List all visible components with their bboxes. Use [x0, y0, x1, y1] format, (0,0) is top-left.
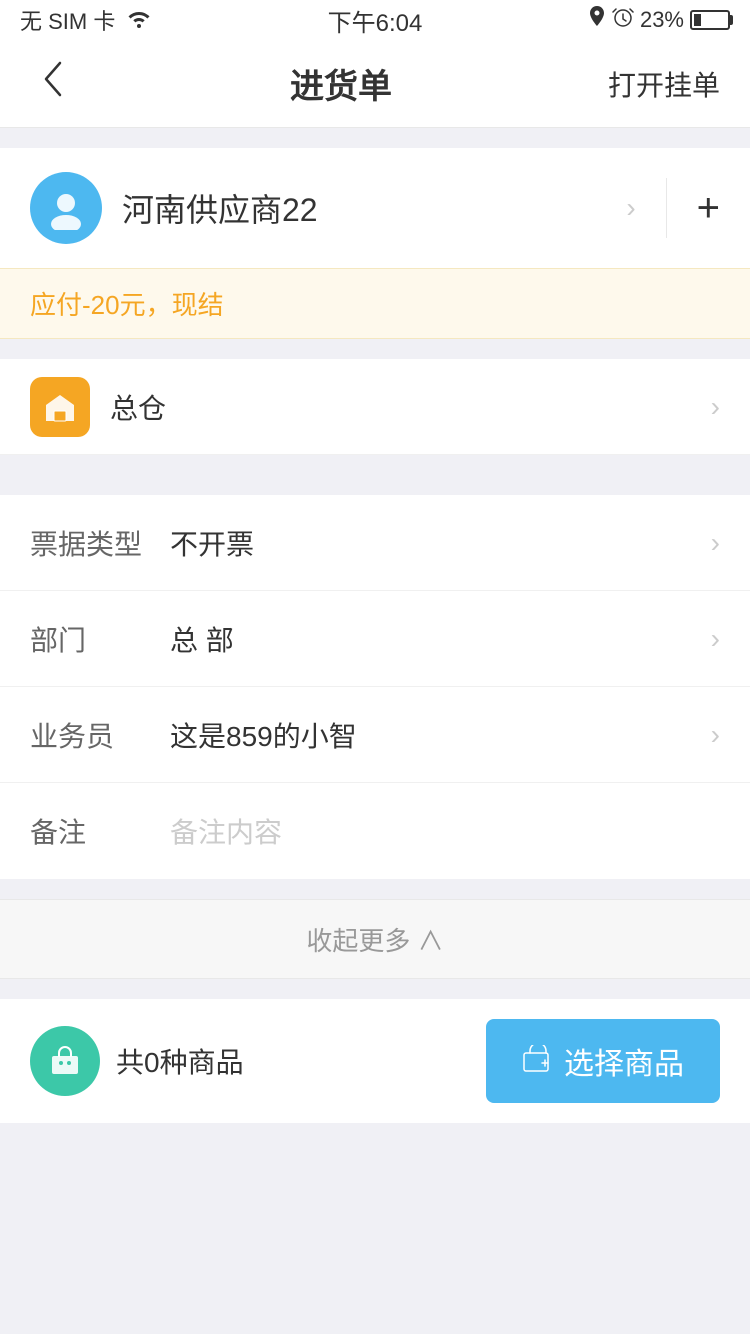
wifi-icon [125, 6, 153, 34]
warehouse-chevron-icon: › [711, 391, 720, 423]
warehouse-icon-bg [30, 377, 90, 437]
invoice-type-chevron: › [711, 527, 720, 559]
goods-count-area: 共0种商品 [30, 1026, 244, 1096]
department-row[interactable]: 部门 总 部 › [0, 591, 750, 687]
battery-label: 23% [640, 7, 684, 33]
alarm-icon [612, 6, 634, 34]
supplier-chevron-icon: › [626, 192, 635, 224]
bottom-bar: 共0种商品 选择商品 [0, 999, 750, 1123]
form-section: 票据类型 不开票 › 部门 总 部 › 业务员 这是859的小智 › 备注 备注… [0, 495, 750, 879]
supplier-card: 河南供应商22 › + 应付-20元，现结 [0, 148, 750, 339]
open-pending-button[interactable]: 打开挂单 [608, 64, 720, 104]
select-goods-label: 选择商品 [564, 1039, 684, 1083]
collapse-button[interactable]: 收起更多 ∧ [0, 899, 750, 979]
notice-banner: 应付-20元，现结 [0, 268, 750, 339]
goods-icon-circle [30, 1026, 100, 1096]
remark-row[interactable]: 备注 备注内容 [0, 783, 750, 879]
department-value: 总 部 [170, 619, 711, 659]
supplier-row[interactable]: 河南供应商22 › + [0, 148, 750, 268]
department-label: 部门 [30, 619, 170, 659]
carrier-label: 无 SIM 卡 [20, 4, 115, 36]
invoice-type-label: 票据类型 [30, 523, 170, 563]
status-time: 下午6:04 [328, 3, 423, 38]
salesman-row[interactable]: 业务员 这是859的小智 › [0, 687, 750, 783]
back-button[interactable] [30, 49, 74, 118]
remark-label: 备注 [30, 811, 170, 851]
invoice-type-row[interactable]: 票据类型 不开票 › [0, 495, 750, 591]
collapse-label: 收起更多 ∧ [306, 921, 443, 958]
warehouse-name: 总仓 [110, 387, 711, 427]
status-left: 无 SIM 卡 [20, 4, 153, 36]
top-divider [0, 128, 750, 148]
nav-bar: 进货单 打开挂单 [0, 40, 750, 128]
status-right: 23% [588, 6, 730, 34]
warehouse-divider [0, 339, 750, 359]
form-divider [0, 455, 750, 475]
invoice-type-value: 不开票 [170, 523, 711, 563]
remark-placeholder[interactable]: 备注内容 [170, 811, 720, 851]
vertical-divider [666, 178, 667, 238]
battery-icon [690, 10, 730, 30]
add-supplier-button[interactable]: + [697, 186, 720, 231]
supplier-name: 河南供应商22 [122, 185, 626, 231]
salesman-value: 这是859的小智 [170, 715, 711, 755]
status-bar: 无 SIM 卡 下午6:04 23% [0, 0, 750, 40]
supplier-avatar [30, 172, 102, 244]
location-icon [588, 6, 606, 34]
warehouse-row[interactable]: 总仓 › [0, 359, 750, 455]
salesman-chevron: › [711, 719, 720, 751]
page-title: 进货单 [290, 59, 392, 108]
salesman-label: 业务员 [30, 715, 170, 755]
select-goods-button[interactable]: 选择商品 [486, 1019, 720, 1103]
goods-count-text: 共0种商品 [116, 1041, 244, 1081]
supplier-actions: › + [626, 178, 720, 238]
department-chevron: › [711, 623, 720, 655]
